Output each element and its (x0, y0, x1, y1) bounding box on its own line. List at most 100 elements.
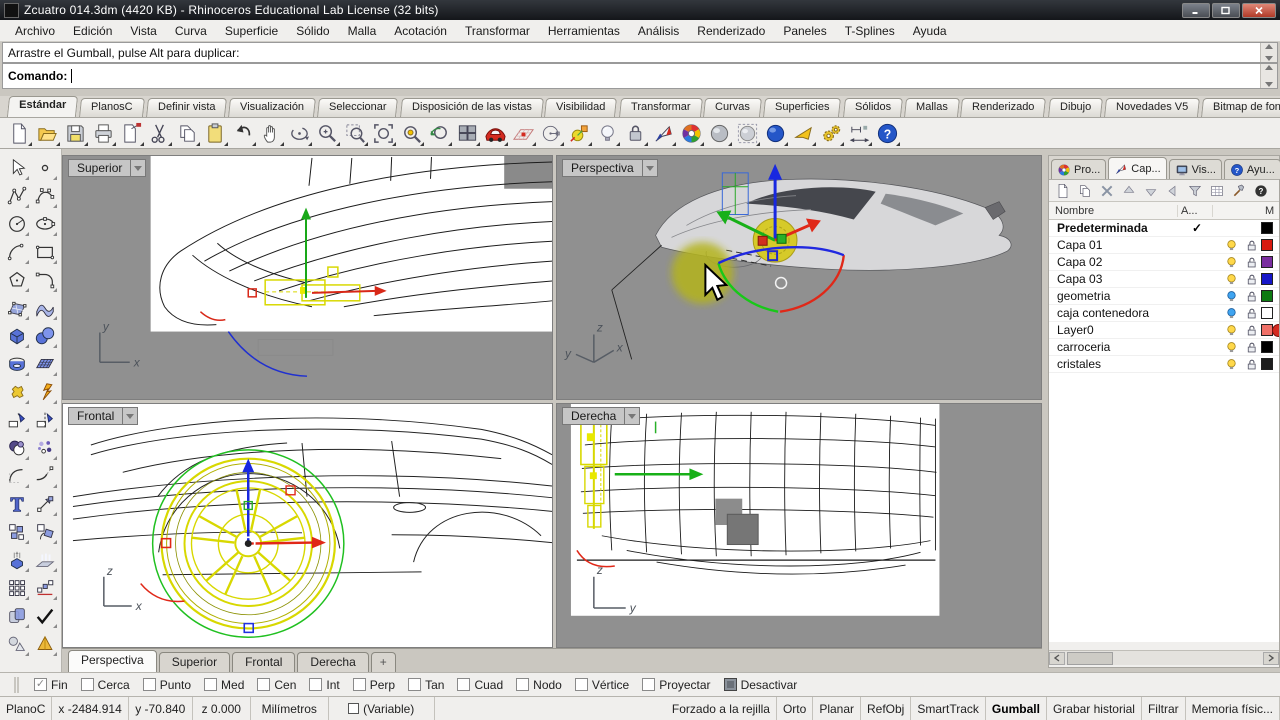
print-icon[interactable] (90, 120, 117, 147)
toolbar-tab-transformar[interactable]: Transformar (618, 98, 703, 117)
toolbar-tab-seleccionar[interactable]: Seleccionar (317, 98, 399, 117)
pyramid-icon[interactable] (32, 631, 58, 657)
frontal-viewport-title[interactable]: Frontal (68, 407, 124, 425)
dimension-icon[interactable] (846, 120, 873, 147)
osnap-circle-icon[interactable] (538, 120, 565, 147)
menu-archivo[interactable]: Archivo (6, 22, 64, 40)
command-line[interactable]: Comando: (2, 63, 1278, 89)
layer-lock-icon[interactable] (1241, 324, 1261, 337)
superior-viewport-label[interactable]: Superior (68, 159, 147, 177)
close-button[interactable] (1242, 2, 1276, 18)
surface-points-icon[interactable] (4, 295, 30, 321)
curve-corner-icon[interactable] (32, 267, 58, 293)
menu-ayuda[interactable]: Ayuda (904, 22, 956, 40)
superior-viewport-title[interactable]: Superior (68, 159, 132, 177)
osnap-cerca[interactable]: Cerca (80, 678, 130, 692)
menu-vista[interactable]: Vista (121, 22, 165, 40)
statusbar-toggle-planar[interactable]: Planar (813, 697, 861, 720)
zoom-extents-icon[interactable] (370, 120, 397, 147)
panel-help-icon[interactable]: ? (1251, 181, 1271, 201)
viewport-tab-perspectiva[interactable]: Perspectiva (68, 650, 157, 672)
osnap-cerca-checkbox[interactable] (80, 678, 94, 691)
layer-color-swatch[interactable] (1261, 222, 1273, 234)
array-linear-icon[interactable] (32, 575, 58, 601)
layer-row-layer0[interactable]: Layer0 (1049, 322, 1279, 339)
zoom-window-icon[interactable] (342, 120, 369, 147)
perspectiva-viewport-title[interactable]: Perspectiva (562, 159, 643, 177)
point-icon[interactable] (32, 155, 58, 181)
move-left-icon[interactable] (1163, 181, 1183, 201)
osnap-cuad-checkbox[interactable] (457, 678, 471, 691)
menu-malla[interactable]: Malla (339, 22, 386, 40)
frontal-wheel-selection[interactable] (140, 449, 345, 638)
toolbar-tab-curvas[interactable]: Curvas (703, 98, 763, 117)
pan-icon[interactable] (258, 120, 285, 147)
circle-icon[interactable] (4, 211, 30, 237)
lightbulb-icon[interactable] (594, 120, 621, 147)
layer-row-capa-02[interactable]: Capa 02 (1049, 254, 1279, 271)
copy-layer-icon[interactable] (1075, 181, 1095, 201)
osnap-cen-checkbox[interactable] (257, 678, 271, 691)
layer-name[interactable]: geometria (1049, 289, 1186, 303)
copy-objects-icon[interactable] (4, 519, 30, 545)
toolbar-tab-solidos[interactable]: Sólidos (842, 98, 903, 117)
layer-visibility-bulb-icon[interactable] (1221, 324, 1241, 337)
delete-layer-icon[interactable] (1097, 181, 1117, 201)
menu-transformar[interactable]: Transformar (456, 22, 539, 40)
layer-visibility-bulb-icon[interactable] (1221, 341, 1241, 354)
derecha-viewport-menu-arrow[interactable] (625, 407, 641, 425)
layer-lock-icon[interactable] (1241, 239, 1261, 252)
layer-visibility-bulb-icon[interactable] (1221, 239, 1241, 252)
column-name[interactable]: Nombre (1049, 204, 1178, 217)
toolbar-tab-disposicion-de-las-vistas[interactable]: Disposición de las vistas (399, 98, 544, 117)
surface-patch-icon[interactable] (32, 295, 58, 321)
viewport-superior[interactable]: y x Superior (62, 155, 553, 400)
layer-lock-icon[interactable] (1241, 358, 1261, 371)
scroll-right-arrow[interactable] (1263, 651, 1279, 665)
cplanes-icon[interactable] (510, 120, 537, 147)
statusbar-toggle-gumball[interactable]: Gumball (986, 697, 1047, 720)
car-icon[interactable] (482, 120, 509, 147)
statusbar-toggle-refobj[interactable]: RefObj (861, 697, 912, 720)
osnap-int-checkbox[interactable] (309, 678, 323, 691)
table-icon[interactable] (1207, 181, 1227, 201)
menu-analisis[interactable]: Análisis (629, 22, 688, 40)
command-history-scrollbar[interactable] (1260, 43, 1277, 62)
help-icon[interactable]: ? (874, 120, 901, 147)
layer-visibility-bulb-icon[interactable] (1221, 290, 1241, 303)
column-material[interactable]: M (1265, 205, 1279, 217)
layer-row-capa-01[interactable]: Capa 01 (1049, 237, 1279, 254)
osnap-cen[interactable]: Cen (257, 678, 296, 692)
toolbar-tab-planosc[interactable]: PlanosC (79, 98, 145, 117)
layers-flag-icon[interactable] (650, 120, 677, 147)
statusbar-cplane[interactable]: PlanoC (0, 697, 53, 720)
osnap-fin-checkbox[interactable]: ✓ (34, 678, 47, 691)
frontal-viewport-label[interactable]: Frontal (68, 407, 139, 425)
layer-color-swatch[interactable] (1261, 239, 1273, 251)
panel-tab-ayuda[interactable]: ? Ayu... (1223, 159, 1280, 179)
layer-visibility-bulb-icon[interactable] (1221, 256, 1241, 269)
polyline-icon[interactable] (4, 183, 30, 209)
open-file-icon[interactable] (34, 120, 61, 147)
layer-row-capa-03[interactable]: Capa 03 (1049, 271, 1279, 288)
osnap-tan-checkbox[interactable] (408, 678, 422, 691)
layer-color-swatch[interactable] (1261, 358, 1273, 370)
torus-icon[interactable] (4, 351, 30, 377)
filter-icon[interactable] (1185, 181, 1205, 201)
viewport-tab-frontal[interactable]: Frontal (232, 652, 296, 672)
layer-name[interactable]: Capa 03 (1049, 272, 1186, 286)
panel-tab-capas[interactable]: Cap... (1108, 157, 1167, 179)
osnap-vertice[interactable]: Vértice (574, 678, 629, 692)
control-point-curve-icon[interactable] (32, 183, 58, 209)
layer-name[interactable]: Predeterminada (1049, 221, 1186, 235)
copy-icon[interactable] (174, 120, 201, 147)
layer-lock-icon[interactable] (1241, 307, 1261, 320)
dragged-wheel-ghost[interactable] (671, 242, 734, 304)
scroll-thumb[interactable] (1067, 651, 1113, 665)
viewport-tab-superior[interactable]: Superior (158, 652, 231, 672)
primitives-icon[interactable] (4, 631, 30, 657)
panel-tab-visualizacion[interactable]: Vis... (1168, 159, 1222, 179)
menu-edicion[interactable]: Edición (64, 22, 121, 40)
text-icon[interactable] (4, 491, 30, 517)
osnap-perp-checkbox[interactable] (352, 678, 366, 691)
